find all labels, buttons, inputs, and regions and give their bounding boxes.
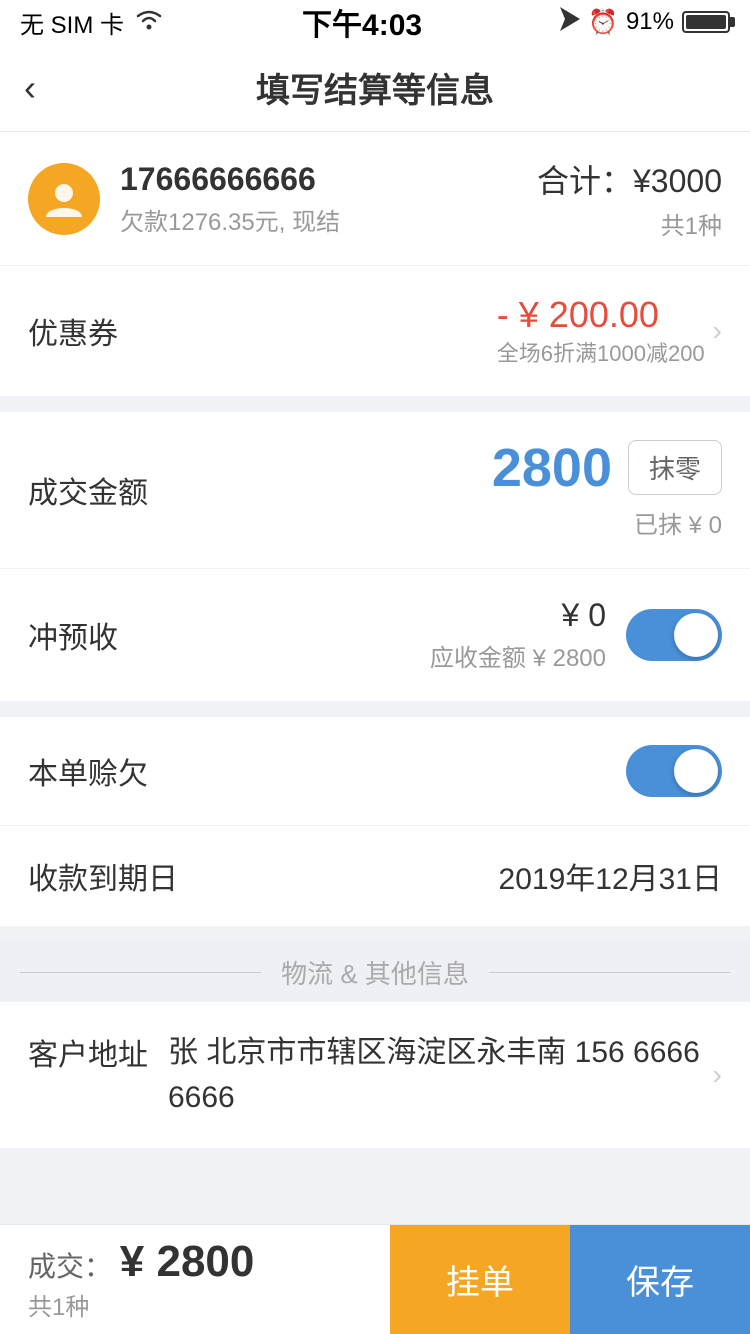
address-row[interactable]: 客户地址 张 北京市市辖区海淀区永丰南 156 6666 6666 › (0, 1002, 750, 1148)
bottom-deal-label: 成交： (28, 1251, 112, 1282)
pre-collect-sub: 应收金额 ¥ 2800 (430, 638, 606, 673)
pre-collect-info: ¥ 0 应收金额 ¥ 2800 (430, 597, 606, 673)
arrears-row: 本单赊欠 (0, 717, 750, 826)
bottom-count: 共1种 (28, 1287, 362, 1322)
pre-collect-row: 冲预收 ¥ 0 应收金额 ¥ 2800 (0, 569, 750, 701)
pre-collect-label: 冲预收 (28, 613, 118, 657)
section-divider-text: 物流 & 其他信息 (281, 954, 469, 991)
coupon-discount: - ¥ 200.00 (497, 294, 705, 336)
deal-amount-card: 成交金额 2800 抹零 已抹 ¥ 0 冲预收 ¥ 0 应收金额 ¥ 2800 (0, 412, 750, 701)
user-info-card: 17666666666 欠款1276.35元, 现结 合计：¥3000 共1种 … (0, 132, 750, 396)
save-button[interactable]: 保存 (570, 1225, 750, 1334)
address-chevron-icon: › (713, 1059, 722, 1091)
deal-amount-label: 成交金额 (28, 468, 148, 512)
back-button[interactable]: ‹ (24, 67, 36, 109)
deal-amount-right: 2800 抹零 (492, 440, 722, 495)
battery-percent: 91% (626, 8, 674, 36)
coupon-label: 优惠券 (28, 309, 118, 353)
user-row: 17666666666 欠款1276.35元, 现结 合计：¥3000 共1种 (0, 132, 750, 266)
user-phone: 17666666666 (120, 161, 537, 198)
deal-amount-row: 成交金额 2800 抹零 已抹 ¥ 0 (0, 412, 750, 569)
status-left: 无 SIM 卡 (20, 5, 164, 40)
sim-label: 无 SIM 卡 (20, 5, 124, 40)
coupon-desc: 全场6折满1000减200 (497, 336, 705, 368)
address-card[interactable]: 客户地址 张 北京市市辖区海淀区永丰南 156 6666 6666 › (0, 1002, 750, 1148)
nav-bar: ‹ 填写结算等信息 (0, 44, 750, 132)
coupon-right: - ¥ 200.00 全场6折满1000减200 › (497, 294, 722, 368)
due-date-row: 收款到期日 2019年12月31日 (0, 826, 750, 926)
deal-amount-sub: 已抹 ¥ 0 (634, 505, 722, 540)
user-debt: 欠款1276.35元, 现结 (120, 202, 537, 237)
arrears-toggle[interactable] (626, 745, 722, 797)
status-time: 下午4:03 (302, 0, 422, 44)
pre-collect-toggle[interactable] (626, 609, 722, 661)
arrears-toggle-knob (674, 749, 718, 793)
arrears-label: 本单赊欠 (28, 749, 148, 793)
deal-amount-value: 2800 (492, 441, 612, 495)
page-title: 填写结算等信息 (256, 63, 494, 112)
arrears-card: 本单赊欠 收款到期日 2019年12月31日 (0, 717, 750, 926)
avatar (28, 163, 100, 235)
hang-button[interactable]: 挂单 (390, 1225, 570, 1334)
content: 17666666666 欠款1276.35元, 现结 合计：¥3000 共1种 … (0, 132, 750, 1284)
alarm-icon: ⏰ (588, 8, 618, 37)
user-info: 17666666666 欠款1276.35元, 现结 (120, 161, 537, 237)
coupon-row[interactable]: 优惠券 - ¥ 200.00 全场6折满1000减200 › (0, 266, 750, 396)
bottom-summary: 成交： ¥ 2800 共1种 (0, 1237, 390, 1322)
total-amount: 合计：¥3000 (537, 156, 722, 202)
address-label: 客户地址 (28, 1030, 148, 1074)
bottom-bar: 成交： ¥ 2800 共1种 挂单 保存 (0, 1224, 750, 1334)
section-divider: 物流 & 其他信息 (0, 942, 750, 1002)
bottom-amount: ¥ 2800 (120, 1237, 255, 1286)
pre-collect-amount: ¥ 0 (430, 597, 606, 634)
due-date-value: 2019年12月31日 (499, 854, 722, 898)
address-content: 张 北京市市辖区海淀区永丰南 156 6666 6666 (168, 1030, 713, 1120)
location-icon (560, 7, 580, 38)
toggle-knob (674, 613, 718, 657)
total-count: 共1种 (537, 206, 722, 241)
user-total: 合计：¥3000 共1种 (537, 156, 722, 241)
status-right: ⏰ 91% (560, 7, 730, 38)
coupon-chevron-icon: › (713, 315, 722, 347)
battery-icon (682, 11, 730, 33)
wifi-icon (134, 8, 164, 37)
status-bar: 无 SIM 卡 下午4:03 ⏰ 91% (0, 0, 750, 44)
due-date-label: 收款到期日 (28, 854, 178, 898)
round-button[interactable]: 抹零 (628, 440, 722, 495)
